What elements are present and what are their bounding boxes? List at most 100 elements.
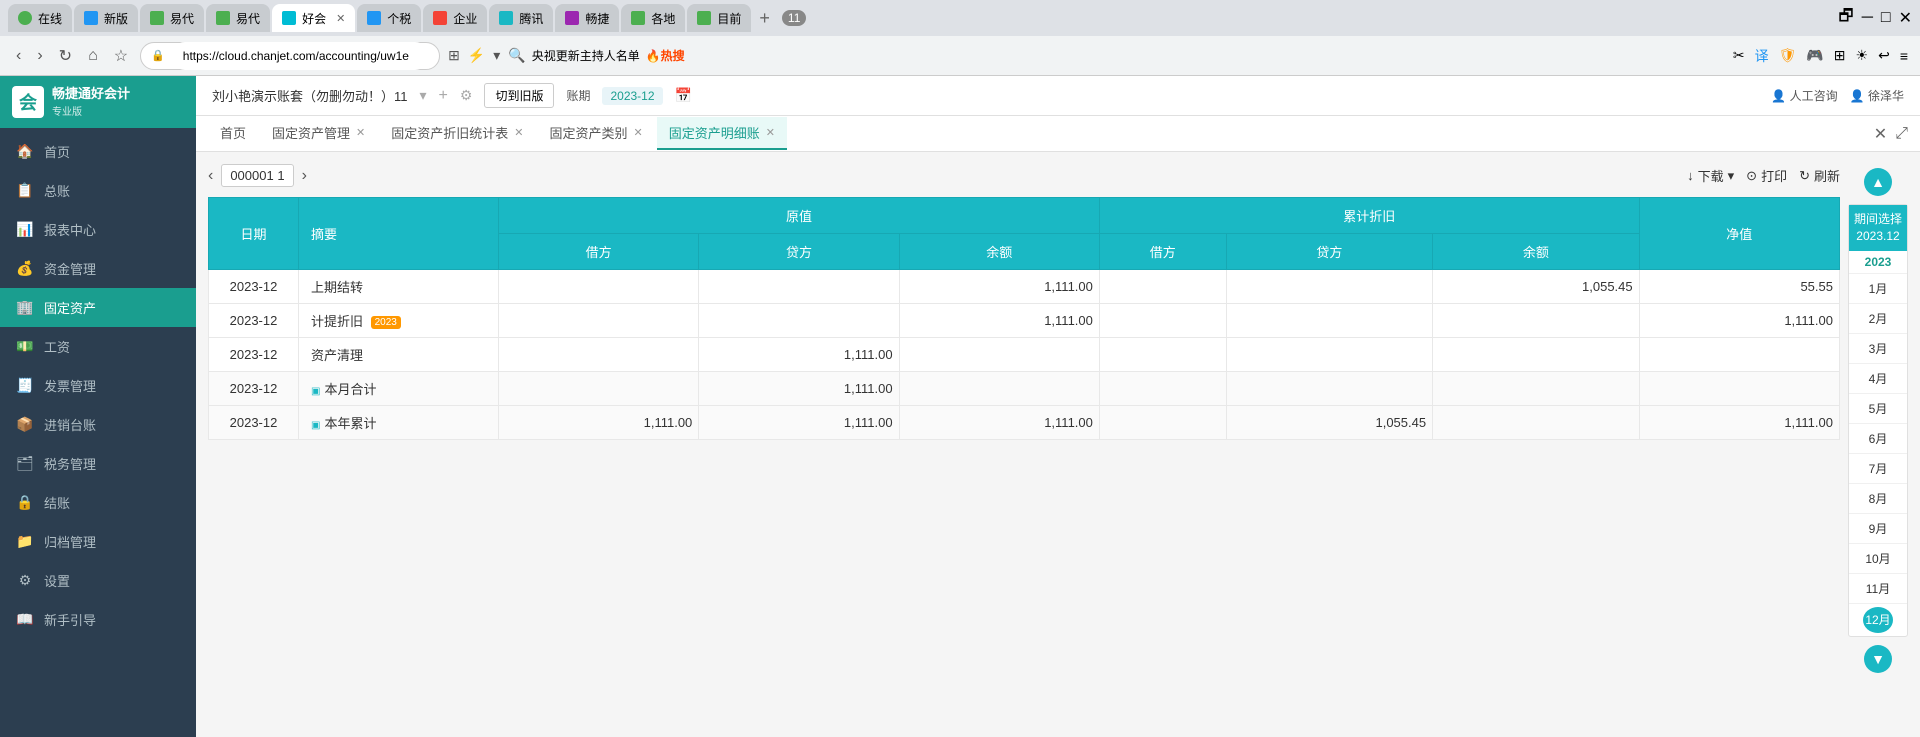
sidebar-item-reports[interactable]: 📊 报表中心 (0, 210, 196, 249)
game-icon[interactable]: 🎮 (1806, 47, 1823, 64)
tab-category[interactable]: 固定资产类别 ✕ (537, 117, 654, 150)
grid-icon[interactable]: ⊞ (1834, 47, 1846, 64)
browser-tab-haohui[interactable]: 好会 ✕ (272, 4, 355, 32)
row-orig-balance (899, 338, 1099, 372)
bookmark-button[interactable]: ☆ (110, 42, 132, 70)
browser-tab-changjie[interactable]: 畅捷 (555, 4, 619, 32)
home-button[interactable]: ⌂ (84, 43, 102, 69)
tab-home[interactable]: 首页 (208, 117, 258, 150)
tab-label: 固定资产管理 (272, 123, 350, 142)
dropdown-user-icon[interactable]: ▾ (420, 87, 427, 104)
period-month-4[interactable]: 4月 (1849, 364, 1907, 394)
back-button[interactable]: ‹ (12, 43, 25, 69)
period-month-7[interactable]: 7月 (1849, 454, 1907, 484)
browser-tab-tencent[interactable]: 腾讯 (489, 4, 553, 32)
new-tab-button[interactable]: + (753, 8, 776, 29)
sidebar-item-purchase-sales[interactable]: 📦 进销台账 (0, 405, 196, 444)
period-month-6[interactable]: 6月 (1849, 424, 1907, 454)
user-avatar[interactable]: 👤 徐泽华 (1850, 87, 1904, 104)
table-row: 2023-12 上期结转 1,111.00 1,055.45 55.55 (209, 270, 1840, 304)
add-account-icon[interactable]: + (439, 87, 448, 105)
table-row: 2023-12 计提折旧 2023 1,111.00 1,111.00 (209, 304, 1840, 338)
row-orig-balance: 1,111.00 (899, 304, 1099, 338)
settings-account-icon[interactable]: ⚙ (460, 87, 473, 104)
browser-tab-muqian[interactable]: 目前 (687, 4, 751, 32)
subtotal-icon: ▣ (311, 420, 320, 431)
print-label: 打印 (1761, 166, 1787, 185)
period-month-10[interactable]: 10月 (1849, 544, 1907, 574)
sidebar-item-ledger[interactable]: 📋 总账 (0, 171, 196, 210)
refresh-button[interactable]: ↻ (55, 42, 76, 70)
sidebar-item-settings[interactable]: ⚙ 设置 (0, 561, 196, 600)
browser-tab-yidai1[interactable]: 易代 (140, 4, 204, 32)
period-month-8[interactable]: 8月 (1849, 484, 1907, 514)
tab-close-icon[interactable]: ✕ (356, 126, 365, 139)
next-account-button[interactable]: › (302, 167, 307, 185)
expand-panel-button[interactable]: ⤢ (1895, 124, 1908, 144)
sidebar-item-tax[interactable]: 🗂 税务管理 (0, 444, 196, 483)
tab-label: 好会 (302, 10, 326, 27)
archive-nav-icon: 📁 (16, 533, 34, 551)
sidebar-item-invoice[interactable]: 🧾 发票管理 (0, 366, 196, 405)
forward-button[interactable]: › (33, 43, 46, 69)
scroll-up-button[interactable]: ▲ (1864, 168, 1892, 196)
close-panel-button[interactable]: ✕ (1874, 124, 1887, 144)
close-window-icon[interactable]: ✕ (1899, 8, 1912, 28)
fixed-assets-nav-icon: 🏢 (16, 299, 34, 317)
refresh-button[interactable]: ↻ 刷新 (1799, 166, 1840, 185)
qr-icon[interactable]: ⊞ (448, 47, 460, 64)
restore-window-icon[interactable]: 🗗 (1839, 5, 1854, 32)
prev-account-button[interactable]: ‹ (208, 167, 213, 185)
sidebar-item-label: 税务管理 (44, 454, 96, 473)
sidebar-item-archive[interactable]: 📁 归档管理 (0, 522, 196, 561)
scissors-icon[interactable]: ✂ (1733, 47, 1745, 64)
period-month-9[interactable]: 9月 (1849, 514, 1907, 544)
browser-tab-yidai2[interactable]: 易代 (206, 4, 270, 32)
period-month-12[interactable]: 12月 (1863, 607, 1893, 633)
period-month-3[interactable]: 3月 (1849, 334, 1907, 364)
sidebar-item-funds[interactable]: 💰 资金管理 (0, 249, 196, 288)
browser-tab-qiye[interactable]: 企业 (423, 4, 487, 32)
shield-icon[interactable]: 🛡 (1779, 47, 1797, 64)
translate-icon[interactable]: 译 (1755, 46, 1769, 66)
undo-icon[interactable]: ↩ (1878, 47, 1890, 64)
period-month-2[interactable]: 2月 (1849, 304, 1907, 334)
dropdown-icon[interactable]: ▾ (493, 47, 500, 64)
download-button[interactable]: ↓ 下载 ▾ (1687, 166, 1734, 185)
tab-close-icon[interactable]: ✕ (514, 126, 523, 139)
ai-service-label[interactable]: 👤 人工咨询 (1771, 87, 1837, 104)
print-button[interactable]: ⊙ 打印 (1746, 166, 1787, 185)
period-month-1[interactable]: 1月 (1849, 274, 1907, 304)
scroll-down-button[interactable]: ▼ (1864, 645, 1892, 673)
tab-depreciation[interactable]: 固定资产折旧统计表 ✕ (379, 117, 535, 150)
row-accum-credit (1226, 372, 1433, 406)
tab-close-icon[interactable]: ✕ (766, 126, 775, 139)
browser-tab-geshui[interactable]: 个税 (357, 4, 421, 32)
row-orig-debit (499, 372, 699, 406)
lightning-icon[interactable]: ⚡ (468, 47, 485, 64)
browser-tab-online[interactable]: 在线 (8, 4, 72, 32)
sidebar-item-close[interactable]: 🔒 结账 (0, 483, 196, 522)
tab-close-icon[interactable]: ✕ (336, 12, 345, 25)
switch-version-button[interactable]: 切到旧版 (484, 83, 554, 108)
tab-close-icon[interactable]: ✕ (634, 126, 643, 139)
tab-detail-ledger[interactable]: 固定资产明细账 ✕ (657, 117, 787, 150)
address-input[interactable] (171, 42, 429, 70)
period-month-5[interactable]: 5月 (1849, 394, 1907, 424)
row-summary: 上期结转 (299, 270, 499, 304)
sidebar-item-salary[interactable]: 💵 工资 (0, 327, 196, 366)
logo-text: 畅捷通好会计 (52, 86, 130, 103)
browser-tab-gedi[interactable]: 各地 (621, 4, 685, 32)
sidebar-item-fixed-assets[interactable]: 🏢 固定资产 (0, 288, 196, 327)
calendar-icon[interactable]: 📅 (675, 87, 692, 104)
menu-icon[interactable]: ≡ (1900, 48, 1908, 64)
browser-tab-new[interactable]: 新版 (74, 4, 138, 32)
minimize-icon[interactable]: ─ (1862, 9, 1873, 27)
tab-fixed-asset-mgmt[interactable]: 固定资产管理 ✕ (260, 117, 377, 150)
sun-icon[interactable]: ☀ (1856, 47, 1869, 64)
maximize-icon[interactable]: □ (1881, 9, 1891, 27)
sidebar-item-home[interactable]: 🏠 首页 (0, 132, 196, 171)
period-month-11[interactable]: 11月 (1849, 574, 1907, 604)
period-year[interactable]: 2023 (1849, 251, 1907, 274)
sidebar-item-guide[interactable]: 📖 新手引导 (0, 600, 196, 639)
